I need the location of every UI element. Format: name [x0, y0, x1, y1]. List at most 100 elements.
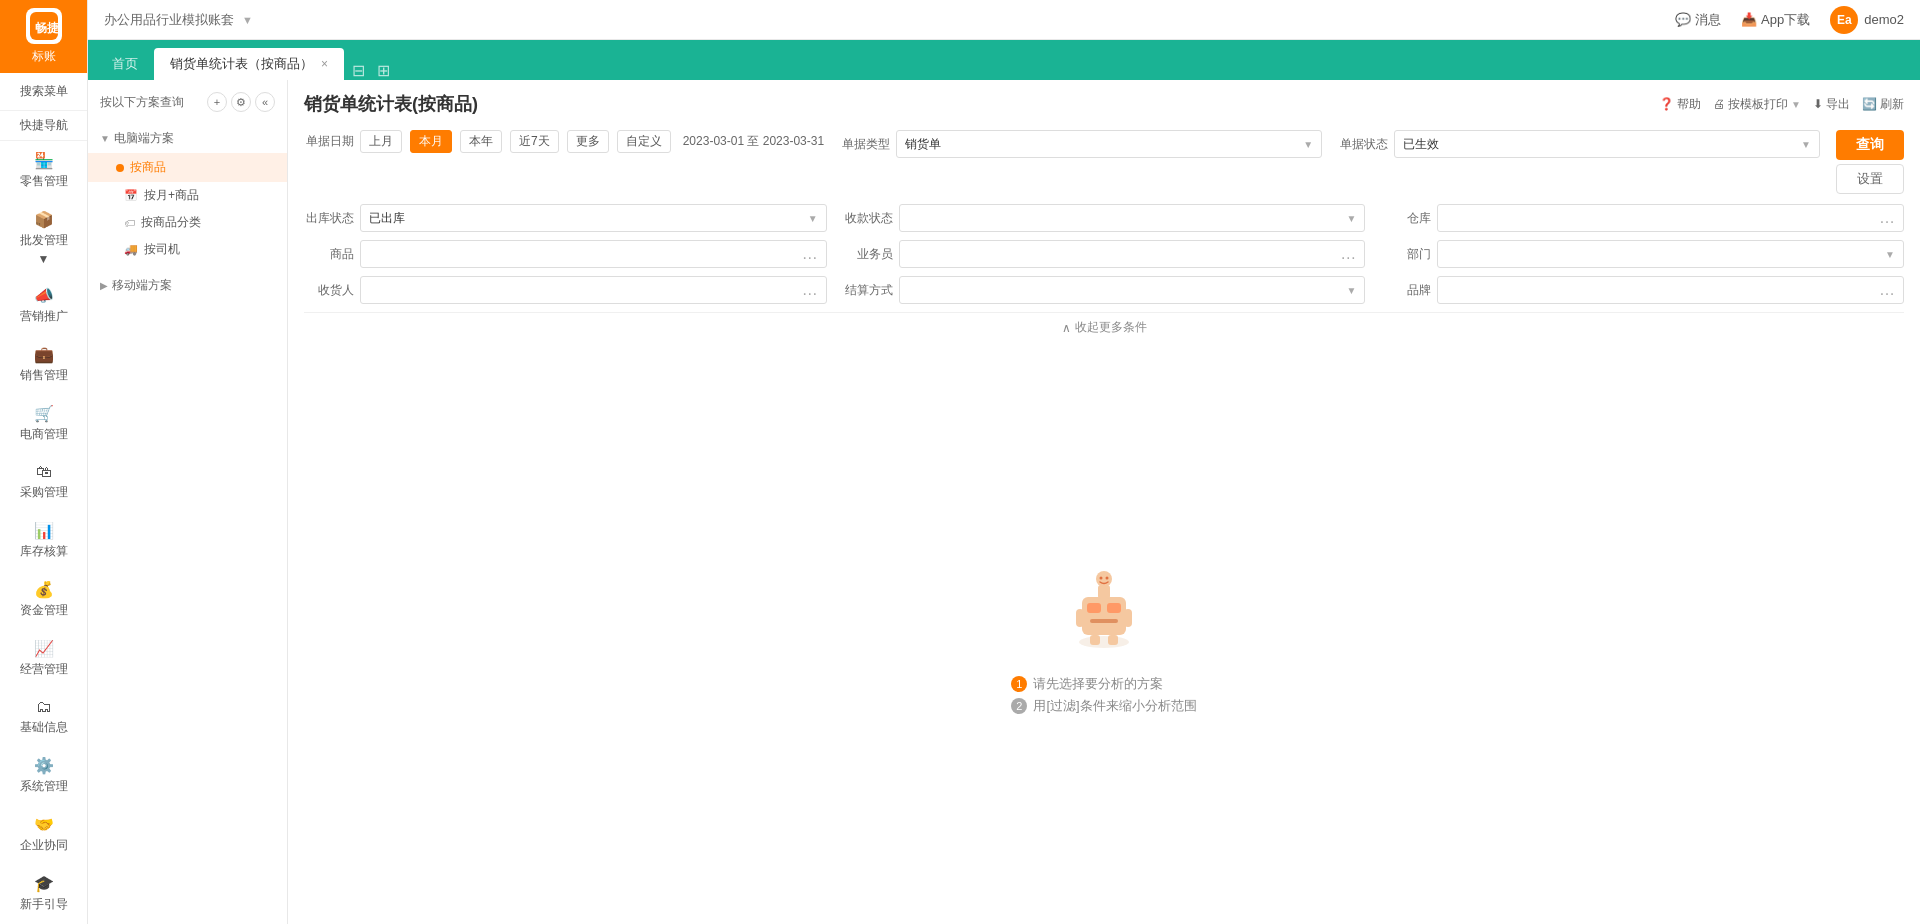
sidebar-item-system[interactable]: ⚙️ 系统管理	[0, 746, 87, 805]
tip-1-num: 1	[1011, 676, 1027, 692]
help-btn[interactable]: ❓ 帮助	[1659, 96, 1701, 113]
date-this-year-btn[interactable]: 本年	[460, 130, 502, 153]
title-actions: ❓ 帮助 🖨 按模板打印 ▼ ⬇ 导出 🔄	[1659, 96, 1904, 113]
app-download-btn[interactable]: 📥 App下载	[1741, 11, 1810, 29]
date-custom-btn[interactable]: 自定义	[617, 130, 671, 153]
sidebar-item-ecommerce[interactable]: 🛒 电商管理	[0, 394, 87, 453]
add-scheme-btn[interactable]: +	[207, 92, 227, 112]
tree-item-by-month-product[interactable]: 📅 按月+商品	[88, 182, 287, 209]
warehouse-input[interactable]: …	[1437, 204, 1904, 232]
svg-point-12	[1096, 571, 1112, 587]
search-menu[interactable]: 搜索菜单	[0, 73, 87, 111]
settlement-filter: 结算方式 ▼	[843, 276, 1366, 304]
product-input[interactable]: …	[360, 240, 827, 268]
svg-rect-10	[1090, 635, 1100, 645]
desktop-section: ▼ 电脑端方案 按商品 📅 按月+商品 🏷 按商品分类 🚚 按司机	[88, 120, 287, 267]
sidebar-item-wholesale[interactable]: 📦 批发管理	[0, 200, 87, 276]
refresh-btn[interactable]: 🔄 刷新	[1862, 96, 1904, 113]
tip-1: 1 请先选择要分析的方案	[1011, 673, 1196, 695]
settings-scheme-btn[interactable]: ⚙	[231, 92, 251, 112]
empty-tips: 1 请先选择要分析的方案 2 用[过滤]条件来缩小分析范围	[1011, 673, 1196, 717]
topbar-right: 💬 消息 📥 App下载 Ea demo2	[1675, 6, 1904, 34]
sidebar-item-sales[interactable]: 💼 销售管理	[0, 335, 87, 394]
query-btn[interactable]: 查询	[1836, 130, 1904, 160]
salesperson-filter: 业务员 …	[843, 240, 1366, 268]
collapse-up-icon: ∧	[1062, 321, 1071, 335]
by-clerk-label: 按司机	[144, 241, 180, 258]
sidebar-item-enterprise-collab[interactable]: 🤝 企业协同	[0, 805, 87, 864]
collection-status-select[interactable]: ▼	[899, 204, 1366, 232]
system-icon: ⚙️	[34, 756, 54, 775]
receiver-input[interactable]: …	[360, 276, 827, 304]
brand-input[interactable]: …	[1437, 276, 1904, 304]
main-content: 办公用品行业模拟账套 ▼ 💬 消息 📥 App下载 Ea demo2 首页	[88, 0, 1920, 924]
message-btn[interactable]: 💬 消息	[1675, 11, 1721, 29]
collection-status-filter: 收款状态 ▼	[843, 204, 1366, 232]
sidebar-item-marketing[interactable]: 📣 营销推广	[0, 276, 87, 335]
collapse-panel-btn[interactable]: «	[255, 92, 275, 112]
receiver-dots-icon: …	[802, 281, 818, 299]
collapse-filters-btn[interactable]: ∧ 收起更多条件	[304, 312, 1904, 342]
date-filter: 单据日期 上月 本月 本年 近7天 更多 自定义 2023-03-01 至 20…	[304, 130, 824, 153]
minimize-icon[interactable]: ⊟	[348, 61, 369, 80]
inventory-icon: 📊	[34, 521, 54, 540]
tree-item-by-category[interactable]: 🏷 按商品分类	[88, 209, 287, 236]
out-status-filter: 出库状态 已出库 ▼	[304, 204, 827, 232]
filter-row-4: 收货人 … 结算方式 ▼ 品牌	[304, 272, 1904, 308]
salesperson-dots-icon: …	[1340, 245, 1356, 263]
tab-controls: ⊟ ⊞	[348, 61, 394, 80]
by-product-label: 按商品	[130, 159, 166, 176]
maximize-icon[interactable]: ⊞	[373, 61, 394, 80]
doc-type-arrow-icon: ▼	[1303, 139, 1313, 150]
download-icon: 📥	[1741, 12, 1757, 27]
department-select[interactable]: ▼	[1437, 240, 1904, 268]
mobile-section-header[interactable]: ▶ 移动端方案	[88, 271, 287, 300]
date-more-btn[interactable]: 更多	[567, 130, 609, 153]
date-this-month-btn[interactable]: 本月	[410, 130, 452, 153]
tree-item-by-product[interactable]: 按商品	[88, 153, 287, 182]
marketing-icon: 📣	[34, 286, 54, 305]
brand-filter: 品牌 …	[1381, 276, 1904, 304]
tab-home[interactable]: 首页	[96, 48, 154, 80]
doc-status-filter: 单据状态 已生效 ▼	[1338, 130, 1820, 158]
sidebar-item-newbie[interactable]: 🎓 新手引导	[0, 864, 87, 923]
doc-status-arrow-icon: ▼	[1801, 139, 1811, 150]
print-btn[interactable]: 🖨 按模板打印 ▼	[1713, 96, 1801, 113]
date-last-month-btn[interactable]: 上月	[360, 130, 402, 153]
desktop-section-header[interactable]: ▼ 电脑端方案	[88, 124, 287, 153]
svg-rect-5	[1107, 603, 1121, 613]
sidebar-item-retail[interactable]: 🏪 零售管理	[0, 141, 87, 200]
user-profile-btn[interactable]: Ea demo2	[1830, 6, 1904, 34]
settings-btn[interactable]: 设置	[1836, 164, 1904, 194]
collab-icon: 🤝	[34, 815, 54, 834]
sidebar-item-finance[interactable]: 💰 资金管理	[0, 570, 87, 629]
sidebar-item-operations[interactable]: 📈 经营管理	[0, 629, 87, 688]
tree-item-by-clerk[interactable]: 🚚 按司机	[88, 236, 287, 263]
tab-report[interactable]: 销货单统计表（按商品） ×	[154, 48, 344, 80]
doc-type-select[interactable]: 销货单 ▼	[896, 130, 1322, 158]
page-area: 按以下方案查询 + ⚙ « ▼ 电脑端方案 按商品 📅 按月	[88, 80, 1920, 924]
svg-rect-3	[1082, 597, 1126, 635]
settlement-select[interactable]: ▼	[899, 276, 1366, 304]
sidebar-item-inventory[interactable]: 📊 库存核算	[0, 511, 87, 570]
left-panel: 按以下方案查询 + ⚙ « ▼ 电脑端方案 按商品 📅 按月	[88, 80, 288, 924]
topbar: 办公用品行业模拟账套 ▼ 💬 消息 📥 App下载 Ea demo2	[88, 0, 1920, 40]
panel-actions: + ⚙ «	[207, 92, 275, 112]
tab-close-icon[interactable]: ×	[321, 57, 328, 71]
purchase-icon: 🛍	[36, 463, 52, 481]
sidebar-item-purchase[interactable]: 🛍 采购管理	[0, 453, 87, 511]
quick-nav[interactable]: 快捷导航	[0, 111, 87, 141]
export-btn[interactable]: ⬇ 导出	[1813, 96, 1850, 113]
doc-status-select[interactable]: 已生效 ▼	[1394, 130, 1820, 158]
section-expand-icon: ▼	[100, 133, 110, 144]
date-last-7-days-btn[interactable]: 近7天	[510, 130, 559, 153]
month-product-icon: 📅	[124, 189, 138, 202]
help-icon: ❓	[1659, 97, 1674, 111]
workspace-arrow: ▼	[242, 14, 253, 26]
out-status-select[interactable]: 已出库 ▼	[360, 204, 827, 232]
salesperson-input[interactable]: …	[899, 240, 1366, 268]
out-status-label: 出库状态	[304, 210, 354, 227]
receiver-label: 收货人	[304, 282, 354, 299]
sidebar-item-basic[interactable]: 🗂 基础信息	[0, 688, 87, 746]
finance-icon: 💰	[34, 580, 54, 599]
